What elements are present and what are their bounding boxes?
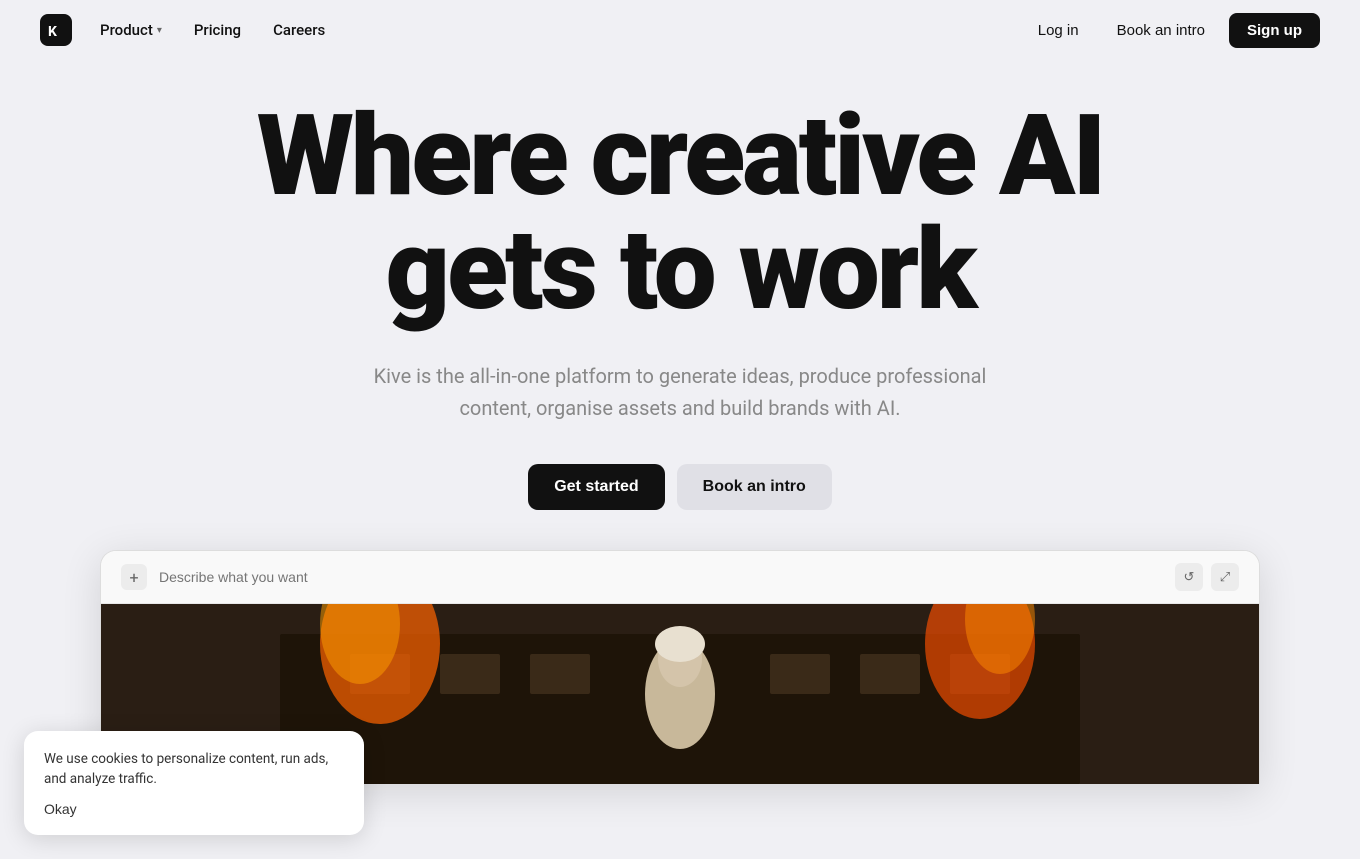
hero-subtitle: Kive is the all-in-one platform to gener… (370, 360, 990, 424)
navbar: K Product ▾ Pricing Careers Log in Book … (0, 0, 1360, 60)
toolbar-add-button[interactable]: + (121, 564, 147, 590)
toolbar-refresh-icon[interactable]: ↺ (1175, 563, 1203, 591)
nav-left: K Product ▾ Pricing Careers (40, 13, 337, 47)
nav-item-product[interactable]: Product ▾ (88, 13, 174, 47)
nav-item-pricing[interactable]: Pricing (182, 13, 253, 47)
hero-section: Where creative AI gets to work Kive is t… (0, 0, 1360, 784)
chevron-down-icon: ▾ (157, 25, 162, 36)
nav-item-careers[interactable]: Careers (261, 13, 337, 47)
toolbar-expand-icon[interactable]: ⤢ (1211, 563, 1239, 591)
book-intro-nav-button[interactable]: Book an intro (1101, 14, 1221, 47)
cookie-banner: We use cookies to personalize content, r… (24, 731, 364, 836)
toolbar-prompt-input[interactable] (159, 569, 1163, 585)
get-started-button[interactable]: Get started (528, 464, 664, 510)
hero-title: Where creative AI gets to work (257, 100, 1104, 328)
hero-cta-group: Get started Book an intro (528, 464, 832, 510)
nav-right: Log in Book an intro Sign up (1024, 13, 1320, 48)
book-intro-hero-button[interactable]: Book an intro (677, 464, 832, 510)
cookie-okay-button[interactable]: Okay (44, 801, 77, 817)
app-toolbar: + ↺ ⤢ (101, 551, 1259, 604)
svg-text:K: K (48, 24, 57, 40)
login-button[interactable]: Log in (1024, 14, 1093, 47)
cookie-text: We use cookies to personalize content, r… (44, 749, 344, 790)
toolbar-right-icons: ↺ ⤢ (1175, 563, 1239, 591)
logo-icon: K (40, 14, 72, 46)
signup-button[interactable]: Sign up (1229, 13, 1320, 48)
